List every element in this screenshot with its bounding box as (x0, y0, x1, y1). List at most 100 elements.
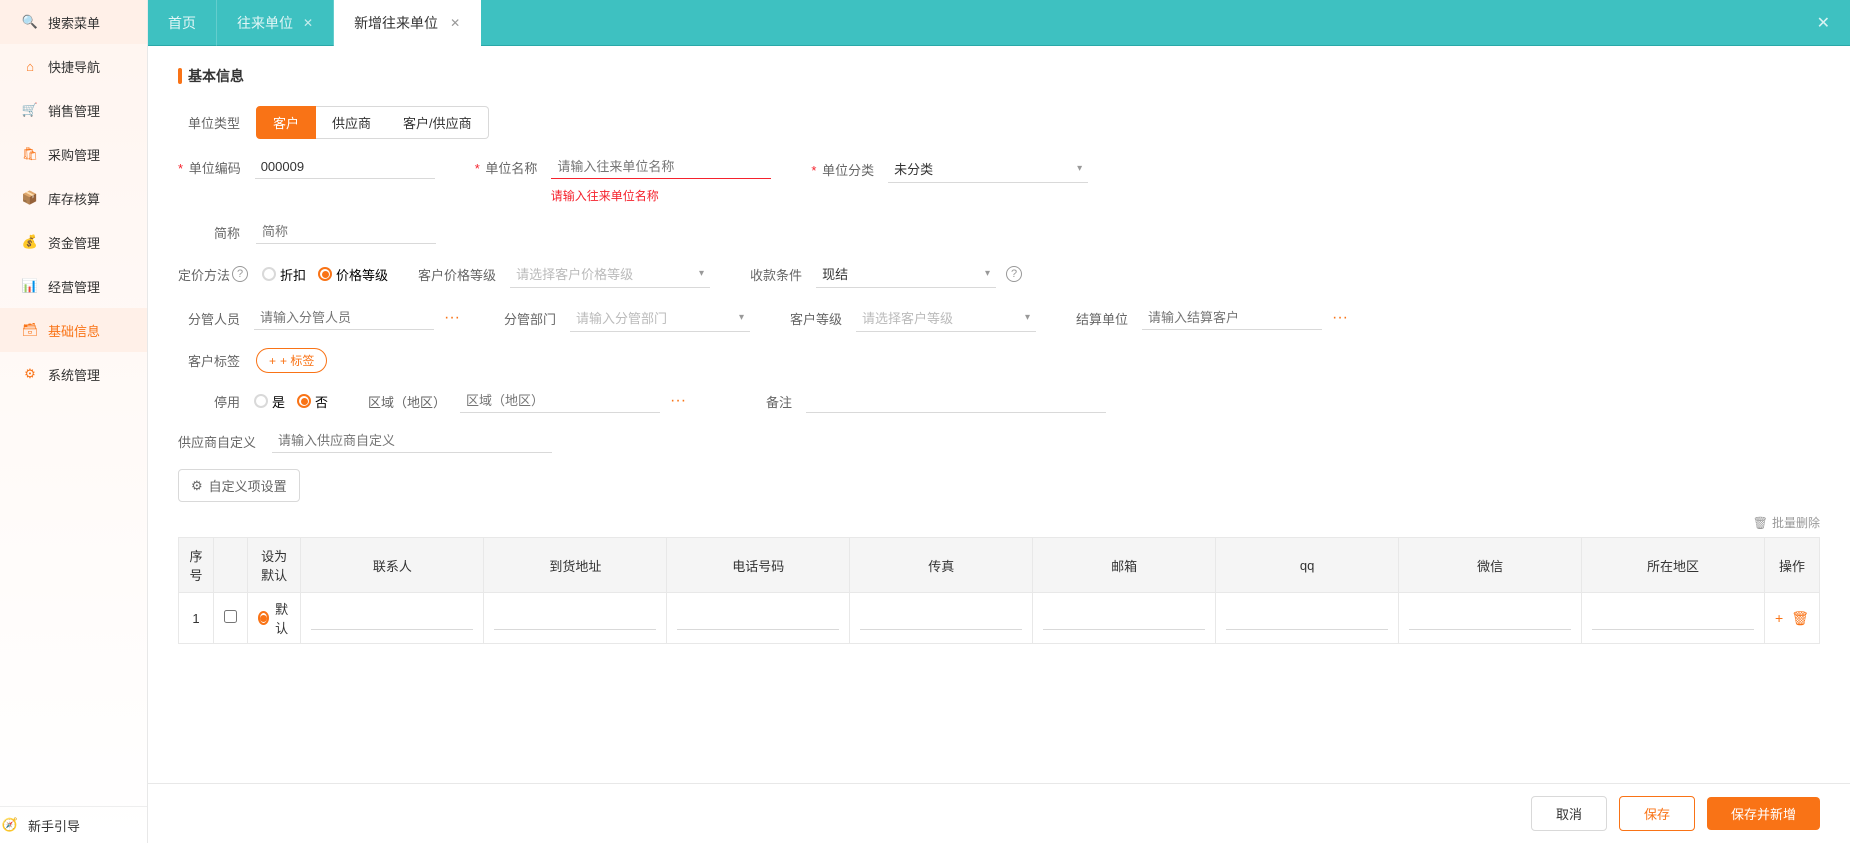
default-radio[interactable] (258, 611, 269, 625)
tab-partners[interactable]: 往来单位 ✕ (217, 0, 334, 46)
notes-input[interactable] (806, 389, 1106, 413)
pricing-help-icon[interactable]: ? (232, 266, 248, 282)
manager-input[interactable] (254, 306, 434, 330)
pricing-discount-option[interactable]: 折扣 (262, 265, 306, 284)
add-row-button[interactable]: + (1775, 610, 1783, 626)
save-button[interactable]: 保存 (1619, 796, 1695, 831)
customer-price-select[interactable]: 请选择客户价格等级 ▾ (510, 260, 710, 288)
unit-type-buttons: 客户 供应商 客户/供应商 (256, 106, 489, 139)
settlement-dots-button[interactable]: ··· (1328, 309, 1352, 327)
batch-delete-label[interactable]: 批量删除 (1772, 514, 1820, 531)
cell-default: 默认 (247, 593, 300, 644)
sidebar-item-quicknav[interactable]: ⌂ 快捷导航 (0, 44, 147, 88)
abbr-input[interactable] (256, 220, 436, 244)
cell-checkbox[interactable] (213, 593, 247, 644)
bag-icon: 🛍 (20, 144, 40, 164)
cell-address[interactable] (484, 593, 667, 644)
manager-dots-button[interactable]: ··· (440, 309, 464, 327)
region-input-cell[interactable] (1592, 606, 1754, 630)
tab-partners-close[interactable]: ✕ (303, 16, 313, 30)
cell-fax[interactable] (850, 593, 1033, 644)
cell-phone[interactable] (667, 593, 850, 644)
delete-row-button[interactable]: 🗑 (1791, 610, 1809, 627)
btn-both[interactable]: 客户/供应商 (387, 106, 489, 139)
cell-email[interactable] (1033, 593, 1216, 644)
customer-level-arrow-icon: ▾ (1025, 312, 1030, 323)
qq-input[interactable] (1226, 606, 1388, 630)
unit-name-input[interactable] (551, 155, 771, 179)
sidebar-item-basic[interactable]: 🗃 基础信息 (0, 308, 147, 352)
sidebar-item-inventory[interactable]: 📦 库存核算 (0, 176, 147, 220)
custom-settings-button[interactable]: ⚙ 自定义项设置 (178, 469, 300, 502)
disabled-yes-option[interactable]: 是 (254, 392, 285, 411)
row-checkbox[interactable] (224, 610, 237, 623)
disabled-radio-group: 是 否 (254, 392, 328, 411)
pricing-discount-label: 折扣 (280, 265, 306, 284)
unit-category-label: * 单位分类 (811, 160, 882, 179)
tab-new-partner[interactable]: 新增往来单位 ✕ (334, 0, 481, 46)
col-fax: 传真 (850, 538, 1033, 593)
customer-level-select[interactable]: 请选择客户等级 ▾ (856, 304, 1036, 332)
abbr-row: 简称 (178, 220, 1820, 244)
notes-label: 备注 (730, 392, 800, 411)
cell-region[interactable] (1582, 593, 1765, 644)
pricing-field: 定价方法 ? 折扣 价格等级 (178, 265, 388, 284)
sidebar-item-search[interactable]: 🔍 搜索菜单 (0, 0, 147, 44)
department-select[interactable]: 请输入分管部门 ▾ (570, 304, 750, 332)
sidebar-item-guide[interactable]: 🧭 新手引导 (0, 806, 147, 843)
sidebar-item-system[interactable]: ⚙ 系统管理 (0, 352, 147, 396)
fax-input[interactable] (860, 606, 1022, 630)
tag-plus-icon: + (269, 354, 276, 368)
customer-tag-row: 客户标签 + + 标签 (178, 348, 1820, 373)
pricing-label: 定价方法 ? (178, 265, 256, 284)
disabled-yes-radio[interactable] (254, 394, 268, 408)
tab-new-partner-close[interactable]: ✕ (450, 16, 460, 30)
region-dots-button[interactable]: ··· (666, 392, 690, 410)
default-radio-item[interactable]: 默认 (258, 599, 290, 637)
cell-actions: + 🗑 (1765, 593, 1820, 644)
section-title: 基本信息 (178, 66, 1820, 86)
cancel-button[interactable]: 取消 (1531, 796, 1607, 831)
sidebar-item-label: 经营管理 (48, 277, 100, 296)
supplier-custom-input[interactable] (272, 429, 552, 453)
add-tag-button[interactable]: + + 标签 (256, 348, 327, 373)
wechat-input[interactable] (1409, 606, 1571, 630)
payment-terms-help-icon[interactable]: ? (1006, 266, 1022, 282)
section-title-icon (178, 68, 182, 84)
topbar-close-button[interactable]: ✕ (1817, 13, 1830, 33)
tab-bar: 首页 往来单位 ✕ 新增往来单位 ✕ ✕ (148, 0, 1850, 46)
payment-terms-select[interactable]: 现结 ▾ (816, 260, 996, 288)
sidebar-item-sales[interactable]: 🛒 销售管理 (0, 88, 147, 132)
unit-code-name-row: * 单位编码 * 单位名称 请输入往来单位名称 * (178, 155, 1820, 204)
pricing-level-option[interactable]: 价格等级 (318, 265, 388, 284)
pricing-discount-radio[interactable] (262, 267, 276, 281)
address-input[interactable] (494, 606, 656, 630)
default-label: 默认 (273, 599, 290, 637)
custom-settings-label: 自定义项设置 (209, 476, 287, 495)
phone-input[interactable] (677, 606, 839, 630)
btn-customer[interactable]: 客户 (256, 106, 316, 139)
payment-terms-field: 收款条件 现结 ▾ ? (740, 260, 1022, 288)
customer-level-field: 客户等级 请选择客户等级 ▾ (780, 304, 1036, 332)
disabled-no-radio[interactable] (297, 394, 311, 408)
pricing-level-radio[interactable] (318, 267, 332, 281)
unit-code-input[interactable] (255, 155, 435, 179)
unit-category-select[interactable]: 未分类 ▾ (888, 155, 1088, 183)
cell-qq[interactable] (1216, 593, 1399, 644)
customer-price-field: 客户价格等级 请选择客户价格等级 ▾ (418, 260, 710, 288)
settlement-input[interactable] (1142, 306, 1322, 330)
sidebar-item-operations[interactable]: 📊 经营管理 (0, 264, 147, 308)
save-new-button[interactable]: 保存并新增 (1707, 797, 1820, 830)
disabled-no-option[interactable]: 否 (297, 392, 328, 411)
btn-supplier[interactable]: 供应商 (316, 106, 387, 139)
sidebar-item-finance[interactable]: 💰 资金管理 (0, 220, 147, 264)
cell-contact[interactable] (301, 593, 484, 644)
contact-input[interactable] (311, 606, 473, 630)
tab-home[interactable]: 首页 (148, 0, 217, 46)
region-input[interactable] (460, 389, 660, 413)
cell-wechat[interactable] (1399, 593, 1582, 644)
email-input[interactable] (1043, 606, 1205, 630)
pricing-row: 定价方法 ? 折扣 价格等级 客户价格等级 请选择客户 (178, 260, 1820, 288)
sidebar-item-purchase[interactable]: 🛍 采购管理 (0, 132, 147, 176)
payment-terms-label: 收款条件 (740, 265, 810, 284)
